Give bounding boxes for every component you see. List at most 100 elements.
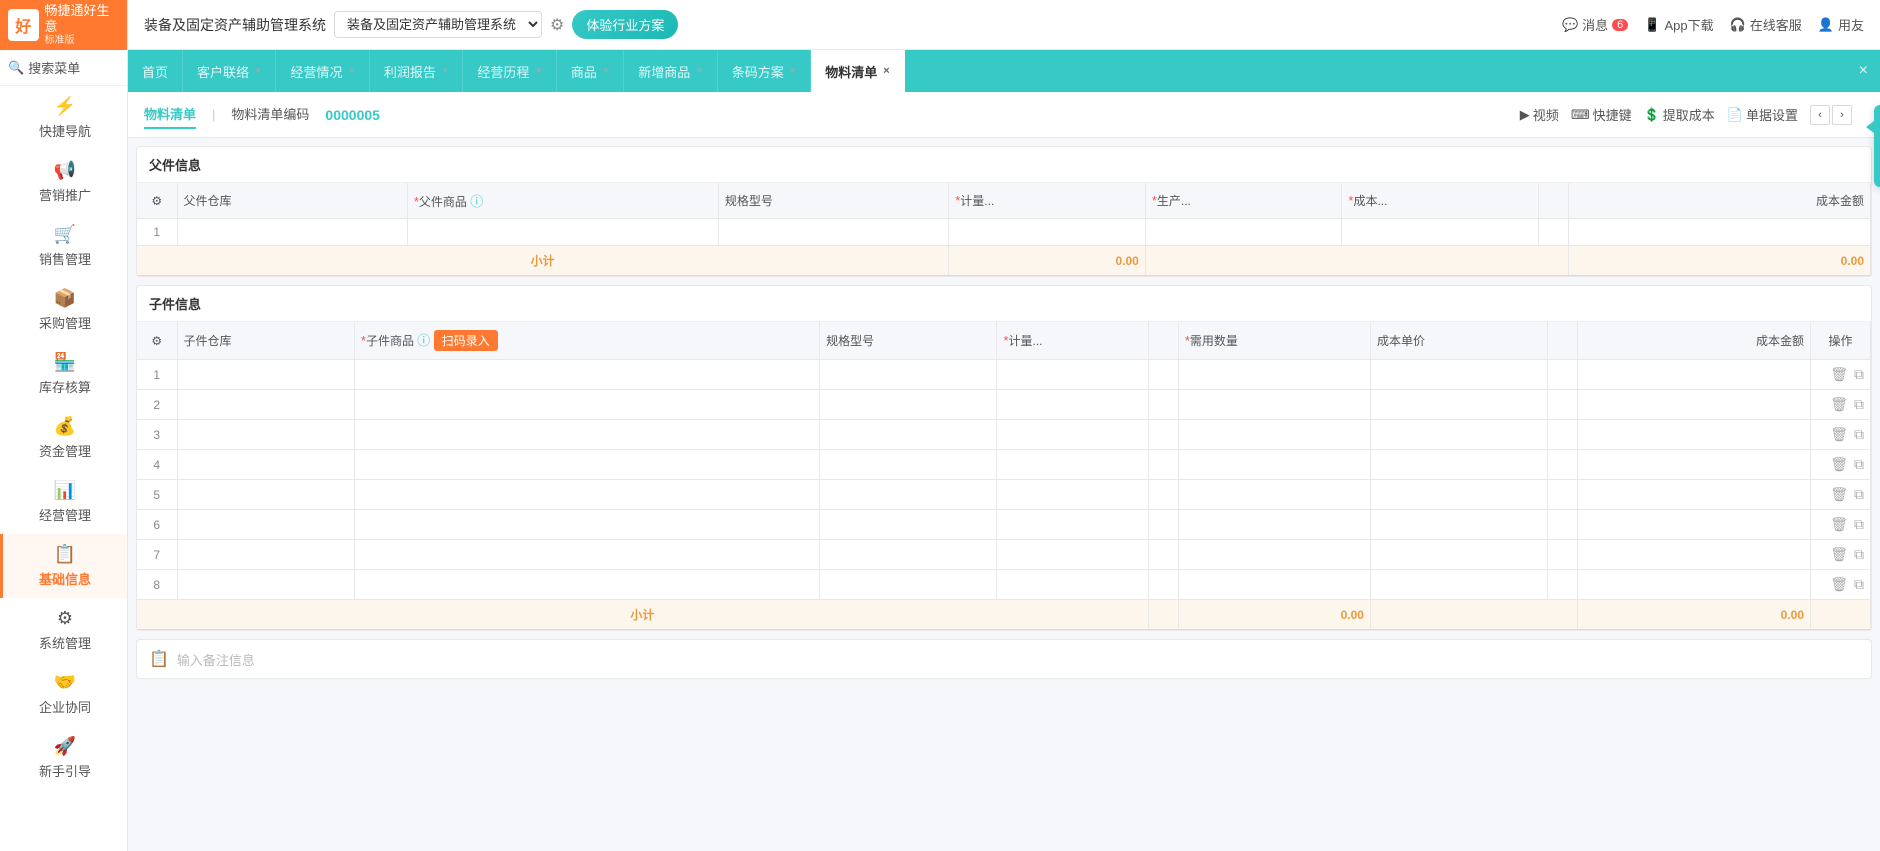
child-unit-1[interactable] [997,360,1148,390]
system-selector[interactable]: 装备及固定资产辅助管理系统 [334,11,542,38]
note-placeholder[interactable]: 输入备注信息 [177,650,255,669]
user-item[interactable]: 👤 用友 [1818,15,1864,34]
child-unit-7[interactable] [997,540,1148,570]
sidebar-item-finance[interactable]: 💰 资金管理 [0,406,127,470]
child-unit-2[interactable] [997,390,1148,420]
child-unitcost-5[interactable] [1370,480,1547,510]
child-col-settings[interactable]: ⚙ [137,322,177,360]
tab-products[interactable]: 商品 × [557,50,624,92]
tab-bom-close[interactable]: × [883,65,889,77]
tab-history-close[interactable]: × [535,65,541,77]
child-unitcost-8[interactable] [1370,570,1547,600]
child-unit-8[interactable] [997,570,1148,600]
child-spec-2[interactable] [820,390,997,420]
child-qty-5[interactable] [1178,480,1370,510]
tab-new-product-close[interactable]: × [696,65,702,77]
tab-home[interactable]: 首页 [128,50,183,92]
parent-spec-cell[interactable] [718,219,948,246]
child-warehouse-4[interactable] [177,450,354,480]
child-qty-7[interactable] [1178,540,1370,570]
child-qty-8[interactable] [1178,570,1370,600]
child-unitcost-6[interactable] [1370,510,1547,540]
parent-unit-cell[interactable] [949,219,1146,246]
child-spec-8[interactable] [820,570,997,600]
tab-barcode-close[interactable]: × [790,65,796,77]
child-unitcost-1[interactable] [1370,360,1547,390]
delete-icon-6[interactable]: 🗑 [1830,516,1848,533]
child-op-4[interactable]: 🗑 ⧉ [1811,450,1871,480]
child-unitcost-3[interactable] [1370,420,1547,450]
message-item[interactable]: 💬 消息 6 [1562,15,1628,34]
child-spec-7[interactable] [820,540,997,570]
copy-icon-2[interactable]: ⧉ [1854,396,1864,413]
sidebar-item-sales[interactable]: 🛒 销售管理 [0,214,127,278]
child-product-7[interactable] [354,540,819,570]
delete-icon-7[interactable]: 🗑 [1830,546,1848,563]
child-unit-3[interactable] [997,420,1148,450]
child-op-8[interactable]: 🗑 ⧉ [1811,570,1871,600]
copy-icon-6[interactable]: ⧉ [1854,516,1864,533]
delete-icon-8[interactable]: 🗑 [1830,576,1848,593]
child-unitcost-7[interactable] [1370,540,1547,570]
copy-icon-1[interactable]: ⧉ [1854,366,1864,383]
child-warehouse-2[interactable] [177,390,354,420]
parent-col-settings[interactable]: ⚙ [137,183,177,219]
sidebar-item-purchase[interactable]: 📦 采购管理 [0,278,127,342]
child-unitcost-4[interactable] [1370,450,1547,480]
parent-product-cell[interactable] [407,219,718,246]
child-product-5[interactable] [354,480,819,510]
child-qty-4[interactable] [1178,450,1370,480]
child-op-6[interactable]: 🗑 ⧉ [1811,510,1871,540]
close-all-tabs[interactable]: × [1847,62,1880,80]
child-op-7[interactable]: 🗑 ⧉ [1811,540,1871,570]
copy-icon-3[interactable]: ⧉ [1854,426,1864,443]
action-settings[interactable]: 📄 单据设置 [1727,105,1798,124]
child-spec-4[interactable] [820,450,997,480]
prev-arrow[interactable]: ‹ [1810,105,1830,125]
settings-icon[interactable]: ⚙ [550,15,564,35]
child-product-1[interactable] [354,360,819,390]
child-qty-1[interactable] [1178,360,1370,390]
child-spec-1[interactable] [820,360,997,390]
tab-profit-close[interactable]: × [442,65,448,77]
app-download-item[interactable]: 📱 App下载 [1644,15,1713,34]
online-service-item[interactable]: 🎧 在线客服 [1730,15,1802,34]
child-warehouse-1[interactable] [177,360,354,390]
copy-icon-5[interactable]: ⧉ [1854,486,1864,503]
parent-cost-cell[interactable] [1342,219,1539,246]
action-view[interactable]: ▶ 视频 [1520,105,1559,124]
child-spec-3[interactable] [820,420,997,450]
tab-history[interactable]: 经营历程 × [463,50,556,92]
child-warehouse-8[interactable] [177,570,354,600]
action-shortcut[interactable]: ⌨ 快捷键 [1571,105,1632,124]
next-arrow[interactable]: › [1832,105,1852,125]
sidebar-item-quick-nav[interactable]: ⚡ 快捷导航 [0,86,127,150]
child-unit-6[interactable] [997,510,1148,540]
tab-products-close[interactable]: × [603,65,609,77]
child-op-3[interactable]: 🗑 ⧉ [1811,420,1871,450]
delete-icon-3[interactable]: 🗑 [1830,426,1848,443]
child-op-5[interactable]: 🗑 ⧉ [1811,480,1871,510]
child-qty-2[interactable] [1178,390,1370,420]
sidebar-item-inventory[interactable]: 🏪 库存核算 [0,342,127,406]
parent-mfg-cell[interactable] [1145,219,1342,246]
tab-profit[interactable]: 利润报告 × [370,50,463,92]
child-op-1[interactable]: 🗑 ⧉ [1811,360,1871,390]
delete-icon-2[interactable]: 🗑 [1830,396,1848,413]
child-qty-3[interactable] [1178,420,1370,450]
tab-new-product[interactable]: 新增商品 × [624,50,717,92]
child-unitcost-2[interactable] [1370,390,1547,420]
child-unit-4[interactable] [997,450,1148,480]
tab-barcode[interactable]: 条码方案 × [718,50,811,92]
tab-operations-close[interactable]: × [348,65,354,77]
sidebar-item-marketing[interactable]: 📢 营销推广 [0,150,127,214]
child-spec-5[interactable] [820,480,997,510]
sidebar-item-system[interactable]: ⚙ 系统管理 [0,598,127,662]
child-qty-6[interactable] [1178,510,1370,540]
sidebar-item-beginner[interactable]: 🚀 新手引导 [0,726,127,790]
sidebar-search[interactable]: 🔍 搜索菜单 [0,50,127,86]
trial-button[interactable]: 体验行业方案 [572,10,678,39]
copy-icon-4[interactable]: ⧉ [1854,456,1864,473]
child-spec-6[interactable] [820,510,997,540]
tab-customer[interactable]: 客户联络 × [183,50,276,92]
